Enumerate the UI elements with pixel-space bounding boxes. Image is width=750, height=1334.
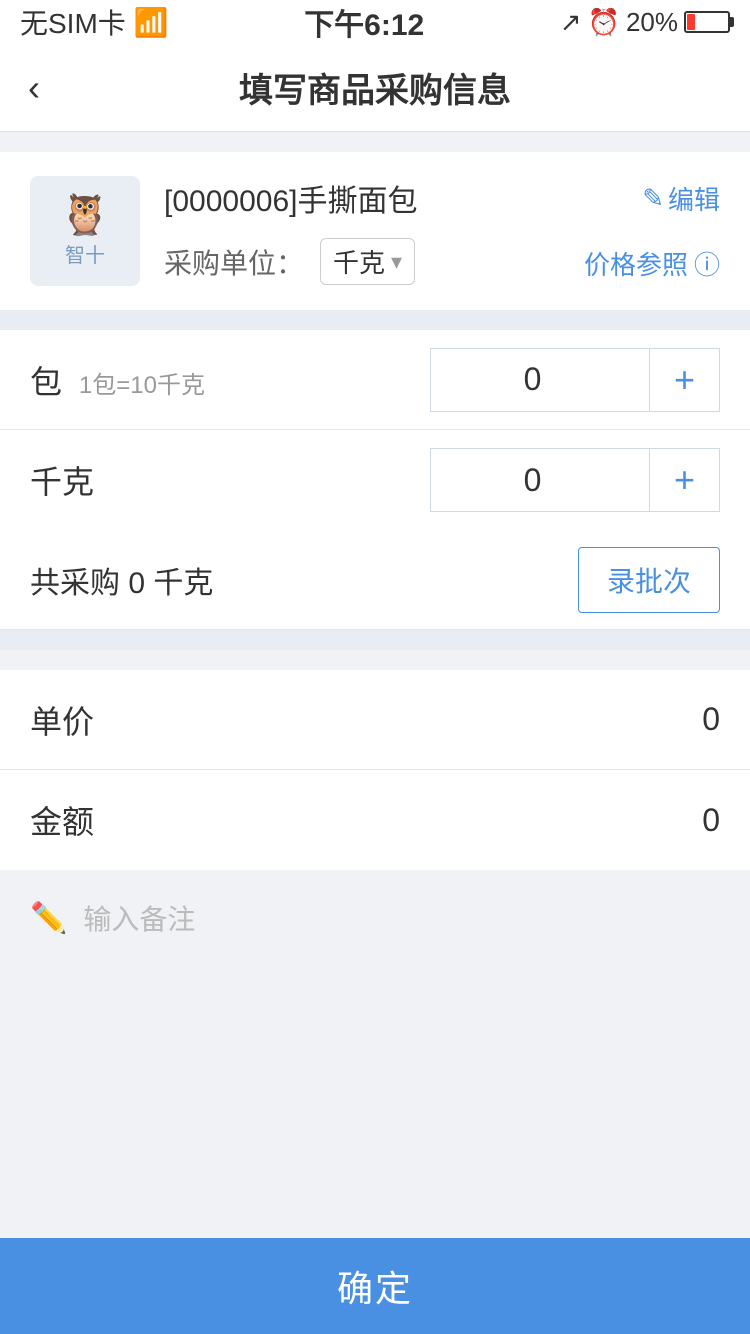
- bag-input-wrap: +: [430, 348, 720, 412]
- bag-number-input[interactable]: [430, 348, 650, 412]
- price-section: 单价 0 金额 0: [0, 670, 750, 870]
- unit-value: 千克: [333, 243, 385, 280]
- amount-value: 0: [702, 802, 720, 839]
- edit-button[interactable]: ✎ 编辑: [642, 180, 720, 217]
- page-title: 填写商品采购信息: [239, 63, 511, 112]
- section-divider-1: [0, 310, 750, 330]
- status-bar: 无SIM卡 📶 下午6:12 ↗ ⏰ 20%: [0, 0, 750, 44]
- nav-bar: ‹ 填写商品采购信息: [0, 44, 750, 132]
- pencil-icon: ✏️: [30, 901, 67, 936]
- product-name: [0000006]手撕面包: [164, 176, 720, 220]
- unit-select[interactable]: 千克 ▾: [320, 238, 415, 285]
- notes-section[interactable]: ✏️ 输入备注: [0, 870, 750, 966]
- kg-input-row: 千克 +: [0, 430, 750, 530]
- chevron-down-icon: ▾: [391, 249, 402, 275]
- price-ref-label: 价格参照: [584, 245, 688, 282]
- battery-text: 20%: [626, 7, 678, 38]
- confirm-button[interactable]: 确定: [0, 1238, 750, 1334]
- carrier-text: 无SIM卡: [20, 2, 126, 42]
- bag-plus-button[interactable]: +: [650, 348, 720, 412]
- price-ref-help-icon: ⓘ: [694, 245, 720, 282]
- product-card: 🦉 智十 [0000006]手撕面包 采购单位： 千克 ▾ ✎ 编辑 价格参照 …: [0, 152, 750, 310]
- product-thumbnail: 🦉 智十: [30, 176, 140, 286]
- product-brand-text: 智十: [65, 239, 105, 268]
- total-text: 共采购 0 千克: [30, 558, 213, 602]
- input-section: 包 1包=10千克 + 千克 +: [0, 330, 750, 530]
- kg-number-input[interactable]: [430, 448, 650, 512]
- bag-input-row: 包 1包=10千克 +: [0, 330, 750, 430]
- section-divider-2: [0, 630, 750, 650]
- edit-label: 编辑: [668, 180, 720, 217]
- unit-price-row: 单价 0: [0, 670, 750, 770]
- empty-area: [0, 966, 750, 1216]
- main-content: 🦉 智十 [0000006]手撕面包 采购单位： 千克 ▾ ✎ 编辑 价格参照 …: [0, 152, 750, 1316]
- battery-icon: [684, 11, 730, 33]
- bag-label-group: 包 1包=10千克: [30, 357, 430, 403]
- kg-input-wrap: +: [430, 448, 720, 512]
- amount-label: 金额: [30, 797, 94, 843]
- status-time: 下午6:12: [304, 0, 424, 44]
- unit-price-label: 单价: [30, 697, 94, 743]
- bag-label: 包: [30, 364, 62, 400]
- unit-price-value: 0: [702, 701, 720, 738]
- total-row: 共采购 0 千克 录批次: [0, 530, 750, 630]
- location-icon: ↗: [560, 7, 582, 38]
- bag-sublabel: 1包=10千克: [79, 372, 205, 399]
- alarm-icon: ⏰: [588, 7, 620, 38]
- wifi-icon: 📶: [134, 6, 169, 39]
- kg-label: 千克: [30, 457, 430, 503]
- status-right: ↗ ⏰ 20%: [560, 7, 730, 38]
- notes-placeholder: 输入备注: [83, 898, 195, 938]
- kg-plus-button[interactable]: +: [650, 448, 720, 512]
- amount-row: 金额 0: [0, 770, 750, 870]
- price-ref-button[interactable]: 价格参照 ⓘ: [584, 245, 720, 282]
- unit-label: 采购单位：: [164, 242, 304, 282]
- batch-button[interactable]: 录批次: [578, 547, 720, 613]
- status-left: 无SIM卡 📶: [20, 2, 169, 42]
- edit-icon: ✎: [642, 183, 664, 214]
- back-button[interactable]: ‹: [28, 67, 40, 109]
- product-owl-icon: 🦉: [60, 195, 110, 235]
